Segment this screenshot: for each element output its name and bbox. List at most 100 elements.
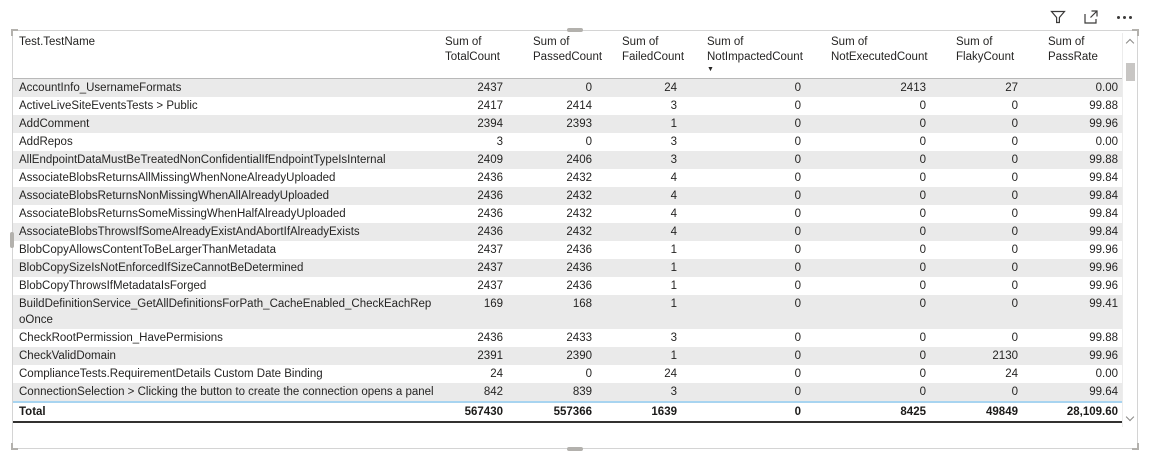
column-header-label: Sum of — [956, 36, 993, 48]
column-header-total_count[interactable]: Sum of TotalCount — [441, 31, 529, 79]
cell-not_executed_count: 0 — [919, 243, 926, 256]
cell-pass_rate: 99.64 — [1089, 385, 1118, 398]
vertical-scrollbar[interactable] — [1122, 33, 1137, 427]
cell-total_count: 2436 — [477, 225, 503, 238]
resize-handle-left[interactable] — [10, 231, 14, 248]
column-header-pass_rate[interactable]: Sum of PassRate — [1044, 31, 1123, 79]
cell-total_count: 2417 — [477, 99, 503, 112]
cell-test-name: AddComment — [19, 117, 90, 130]
cell-total_count: 2436 — [477, 331, 503, 344]
cell-not_executed_count: 0 — [919, 153, 926, 166]
cell-not_impacted_count: 0 — [794, 171, 801, 184]
cell-total_count: 2437 — [477, 279, 503, 292]
cell-failed_count: 4 — [670, 207, 677, 220]
resize-handle-top-right[interactable] — [1132, 29, 1139, 36]
cell-pass_rate: 99.41 — [1089, 297, 1118, 310]
cell-test-name: BuildDefinitionService_GetAllDefinitions… — [19, 297, 432, 326]
filter-icon[interactable] — [1049, 8, 1067, 26]
table-row[interactable]: CheckValidDomain 2391 2390 1 0 0 2130 99.96 — [13, 346, 1123, 365]
cell-total_count: 2436 — [477, 207, 503, 220]
cell-pass_rate: 99.96 — [1089, 261, 1118, 274]
cell-passed_count: 2432 — [566, 225, 592, 238]
cell-failed_count: 1 — [670, 261, 677, 274]
resize-handle-bottom-left[interactable] — [11, 443, 18, 450]
table-row[interactable]: ConnectionSelection > Clicking the butto… — [13, 382, 1123, 402]
table-row[interactable]: ComplianceTests.RequirementDetails Custo… — [13, 365, 1123, 383]
column-header-label: Sum of — [445, 36, 482, 48]
cell-failed_count: 3 — [670, 385, 677, 398]
cell-flaky_count: 0 — [1011, 261, 1018, 274]
column-header-failed_count[interactable]: Sum of FailedCount — [618, 31, 703, 79]
cell-flaky_count: 0 — [1011, 135, 1018, 148]
table-row[interactable]: BlobCopySizeIsNotEnforcedIfSizeCannotBeD… — [13, 258, 1123, 277]
column-header-test_name[interactable]: Test.TestName — [13, 31, 441, 79]
total-passed_count: 557366 — [529, 400, 618, 423]
cell-not_executed_count: 0 — [919, 349, 926, 362]
column-header-passed_count[interactable]: Sum of PassedCount — [529, 31, 618, 79]
cell-failed_count: 1 — [670, 349, 677, 362]
cell-passed_count: 839 — [572, 385, 592, 398]
cell-not_impacted_count: 0 — [794, 117, 801, 130]
cell-not_impacted_count: 0 — [794, 135, 801, 148]
table-row[interactable]: AddComment 2394 2393 1 0 0 0 99.96 — [13, 114, 1123, 133]
cell-flaky_count: 2130 — [992, 349, 1018, 362]
cell-not_executed_count: 0 — [919, 331, 926, 344]
cell-not_executed_count: 0 — [919, 117, 926, 130]
column-header-not_impacted_count[interactable]: Sum of NotImpactedCount ▼ — [703, 31, 827, 79]
cell-pass_rate: 99.88 — [1089, 99, 1118, 112]
table-row[interactable]: AllEndpointDataMustBeTreatedNonConfident… — [13, 150, 1123, 169]
cell-total_count: 2437 — [477, 243, 503, 256]
total-not_impacted_count: 0 — [703, 400, 827, 423]
cell-passed_count: 2414 — [566, 99, 592, 112]
column-header-label: Sum of — [1048, 36, 1085, 48]
cell-total_count: 2437 — [477, 81, 503, 94]
table-row[interactable]: BlobCopyAllowsContentToBeLargerThanMetad… — [13, 241, 1123, 259]
column-header-label: Sum of — [707, 36, 744, 48]
focus-mode-icon[interactable] — [1082, 8, 1100, 26]
filter-funnel-glyph — [1050, 10, 1066, 24]
cell-test-name: AssociateBlobsReturnsNonMissingWhenAllAl… — [19, 189, 330, 202]
cell-failed_count: 4 — [670, 225, 677, 238]
scrollbar-thumb[interactable] — [1126, 63, 1135, 81]
table-row[interactable]: AddRepos 3 0 3 0 0 0 0.00 — [13, 133, 1123, 151]
table-row[interactable]: CheckRootPermission_HavePermisions 2436 24… — [13, 329, 1123, 347]
table-row[interactable]: BlobCopyThrowsIfMetadataIsForged 2437 2436… — [13, 277, 1123, 295]
table-row[interactable]: AssociateBlobsReturnsAllMissingWhenNoneA… — [13, 169, 1123, 187]
resize-handle-bottom[interactable] — [567, 447, 583, 451]
resize-handle-top-left[interactable] — [11, 29, 18, 36]
resize-handle-top[interactable] — [567, 28, 583, 32]
cell-passed_count: 2432 — [566, 207, 592, 220]
cell-test-name: ComplianceTests.RequirementDetails Custo… — [19, 367, 323, 380]
table-row[interactable]: AssociateBlobsReturnsSomeMissingWhenHalf… — [13, 205, 1123, 223]
data-table: Test.TestName Sum of TotalCount Sum of Passe… — [13, 31, 1123, 423]
table-row[interactable]: AssociateBlobsReturnsNonMissingWhenAllAl… — [13, 186, 1123, 205]
cell-failed_count: 3 — [670, 135, 677, 148]
resize-handle-bottom-right[interactable] — [1132, 443, 1139, 450]
total-failed_count: 1639 — [618, 400, 703, 423]
cell-pass_rate: 0.00 — [1095, 367, 1118, 380]
scroll-up-icon[interactable] — [1125, 38, 1135, 48]
cell-not_executed_count: 0 — [919, 171, 926, 184]
column-header-not_executed_count[interactable]: Sum of NotExecutedCount — [827, 31, 952, 79]
cell-flaky_count: 0 — [1011, 243, 1018, 256]
cell-not_impacted_count: 0 — [794, 297, 801, 310]
cell-total_count: 2394 — [477, 117, 503, 130]
total-row[interactable]: Total 567430 557366 1639 0 8425 49849 28,109.60 — [13, 400, 1123, 423]
table-row[interactable]: BuildDefinitionService_GetAllDefinitions… — [13, 294, 1123, 329]
table-body: AccountInfo_UsernameFormats 2437 0 24 0 2413 2… — [13, 78, 1123, 402]
table-row[interactable]: ActiveLiveSiteEventsTests > Public 2417 24… — [13, 97, 1123, 115]
cell-pass_rate: 99.96 — [1089, 349, 1118, 362]
column-header-label: NotExecutedCount — [831, 51, 928, 63]
table-row[interactable]: AccountInfo_UsernameFormats 2437 0 24 0 2413 2… — [13, 78, 1123, 97]
cell-failed_count: 24 — [664, 367, 677, 380]
table-visual[interactable]: Test.TestName Sum of TotalCount Sum of Passe… — [10, 28, 1139, 451]
scroll-down-icon[interactable] — [1125, 412, 1135, 422]
cell-passed_count: 2432 — [566, 171, 592, 184]
more-options-icon[interactable] — [1115, 8, 1133, 26]
total-label: Total — [13, 400, 441, 423]
cell-pass_rate: 99.88 — [1089, 331, 1118, 344]
table-row[interactable]: AssociateBlobsThrowsIfSomeAlreadyExistAn… — [13, 222, 1123, 241]
column-header-flaky_count[interactable]: Sum of FlakyCount — [952, 31, 1044, 79]
column-header-label: FlakyCount — [956, 51, 1015, 63]
cell-not_executed_count: 0 — [919, 135, 926, 148]
